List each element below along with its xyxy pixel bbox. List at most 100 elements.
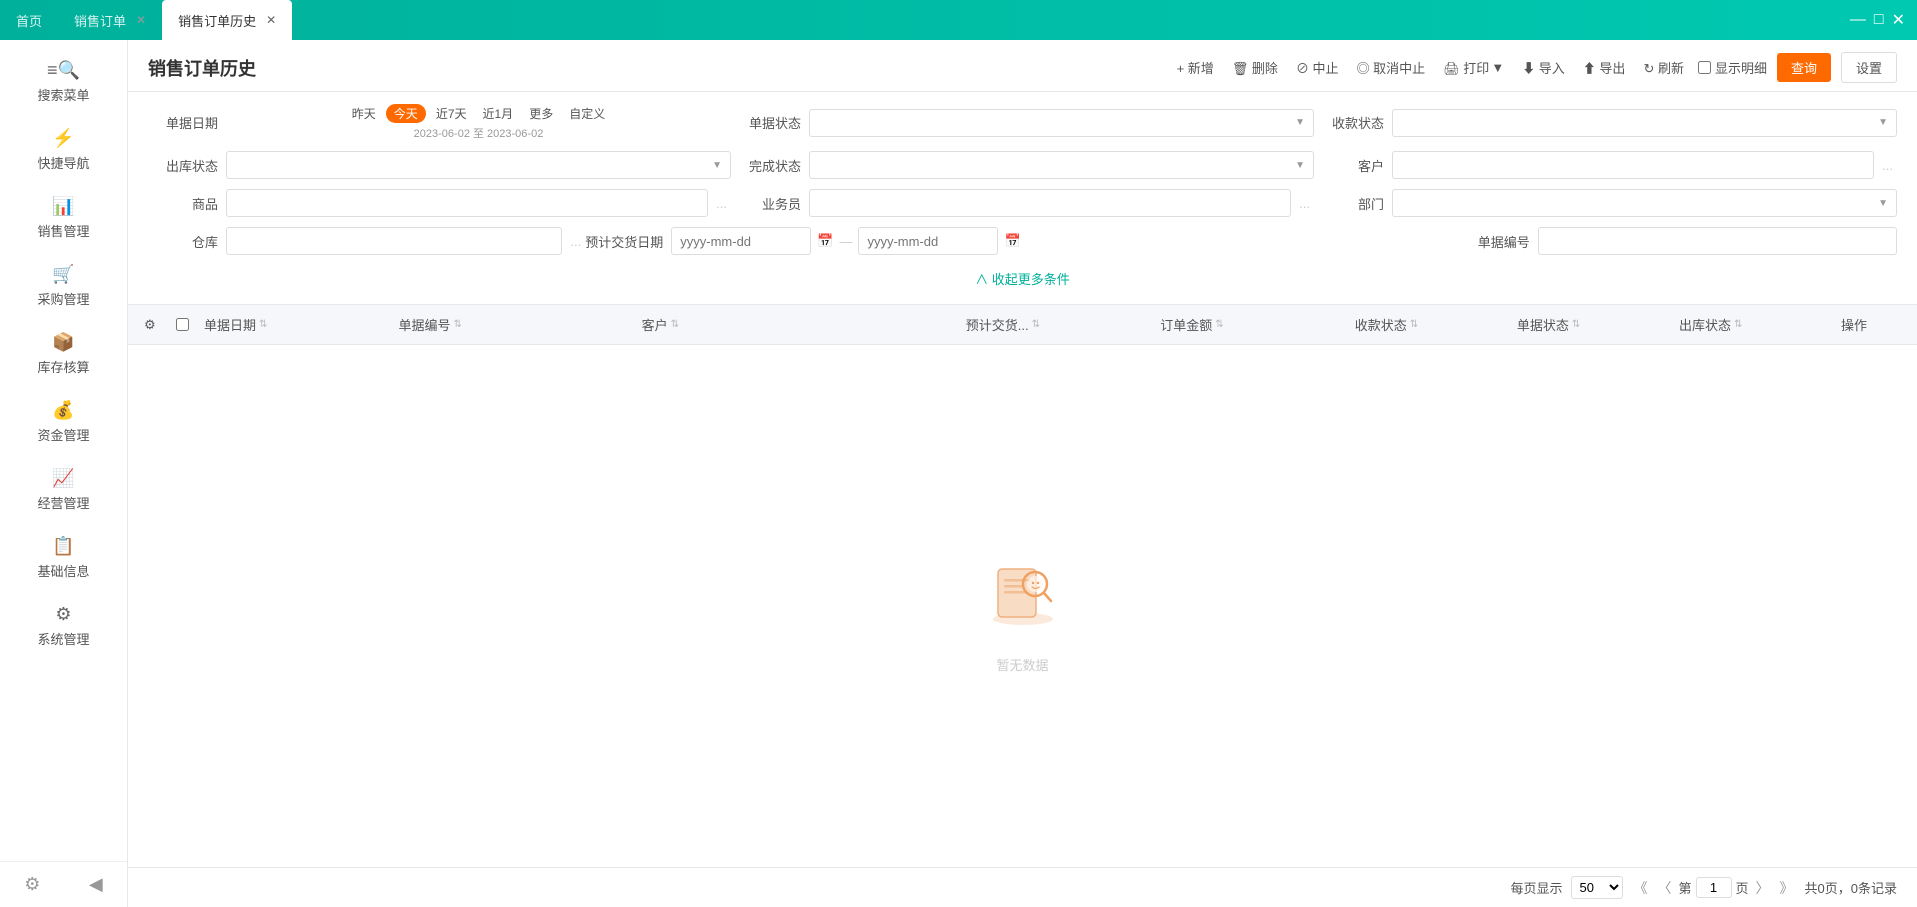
table-col-outbound[interactable]: 出库状态 ⇅ bbox=[1679, 315, 1841, 334]
date-tab-today[interactable]: 今天 bbox=[386, 104, 426, 123]
select-all-checkbox[interactable] bbox=[176, 318, 189, 331]
collapse-filters-row[interactable]: ∧ 收起更多条件 bbox=[148, 265, 1897, 292]
table-col-amount[interactable]: 订单金额 ⇅ bbox=[1160, 315, 1355, 334]
cancel-stop-button[interactable]: ◎ 取消中止 bbox=[1353, 56, 1430, 79]
filter-bill-status: 单据状态 ▼ bbox=[731, 109, 1314, 137]
date-tab-more[interactable]: 更多 bbox=[523, 104, 559, 123]
setting-button[interactable]: 设置 bbox=[1841, 52, 1897, 83]
expected-date-start[interactable] bbox=[671, 227, 811, 255]
finance-icon: 💰 bbox=[52, 400, 74, 421]
table-col-customer[interactable]: 客户 ⇅ bbox=[642, 315, 966, 334]
expected-date-end[interactable] bbox=[858, 227, 998, 255]
sidebar-item-sales[interactable]: 📊 销售管理 bbox=[0, 184, 127, 252]
print-button[interactable]: 🖨 打印 ▼ bbox=[1439, 56, 1508, 79]
sidebar-item-system[interactable]: ⚙ 系统管理 bbox=[0, 592, 127, 660]
sidebar-item-operations[interactable]: 📈 经营管理 bbox=[0, 456, 127, 524]
tab-sales-order-history-close[interactable]: ✕ bbox=[266, 13, 276, 27]
payment-status-select[interactable]: ▼ bbox=[1392, 109, 1897, 137]
tab-sales-order[interactable]: 销售订单 ✕ bbox=[58, 0, 162, 40]
export-button[interactable]: ⬆ 导出 bbox=[1579, 56, 1630, 79]
bill-status-arrow-icon: ▼ bbox=[1295, 117, 1305, 128]
salesperson-more-icon[interactable]: ... bbox=[1295, 196, 1314, 211]
warehouse-input[interactable] bbox=[226, 227, 562, 255]
department-select[interactable]: ▼ bbox=[1392, 189, 1897, 217]
sidebar-item-inventory[interactable]: 📦 库存核算 bbox=[0, 320, 127, 388]
sidebar-item-basic-info[interactable]: 📋 基础信息 bbox=[0, 524, 127, 592]
sidebar-item-finance-label: 资金管理 bbox=[37, 425, 89, 444]
print-label: 🖨 打印 bbox=[1443, 58, 1489, 77]
col-date-label: 单据日期 bbox=[204, 315, 256, 334]
top-bar-actions: — □ ✕ bbox=[1838, 10, 1917, 30]
outbound-status-select[interactable]: ▼ bbox=[226, 151, 731, 179]
import-button[interactable]: ⬇ 导入 bbox=[1518, 56, 1569, 79]
close-window-icon[interactable]: ✕ bbox=[1892, 10, 1905, 30]
col-no-label: 单据编号 bbox=[399, 315, 451, 334]
bill-no-input[interactable] bbox=[1538, 227, 1897, 255]
query-button[interactable]: 查询 bbox=[1777, 53, 1831, 82]
new-button[interactable]: + 新增 bbox=[1173, 56, 1218, 79]
col-outbound-sort-icon: ⇅ bbox=[1734, 319, 1742, 330]
table-col-date[interactable]: 单据日期 ⇅ bbox=[204, 315, 399, 334]
filter-date: 单据日期 昨天 今天 近7天 近1月 更多 自定义 2023-06-02 至 2… bbox=[148, 104, 731, 141]
sidebar-item-quick-nav[interactable]: ⚡ 快捷导航 bbox=[0, 116, 127, 184]
bill-status-control: ▼ bbox=[809, 109, 1314, 137]
col-settings-icon: ⚙ bbox=[144, 317, 156, 333]
table-col-settings[interactable]: ⚙ bbox=[144, 317, 176, 333]
bill-status-select[interactable]: ▼ bbox=[809, 109, 1314, 137]
warehouse-more-icon[interactable]: ... bbox=[566, 234, 585, 249]
bill-no-label: 单据编号 bbox=[1460, 232, 1530, 251]
sidebar-item-purchase[interactable]: 🛒 采购管理 bbox=[0, 252, 127, 320]
outbound-status-label: 出库状态 bbox=[148, 156, 218, 175]
date-filter-control: 昨天 今天 近7天 近1月 更多 自定义 2023-06-02 至 2023-0… bbox=[226, 104, 731, 141]
table-col-no[interactable]: 单据编号 ⇅ bbox=[399, 315, 642, 334]
display-detail-toggle[interactable]: 显示明细 bbox=[1698, 58, 1767, 77]
customer-input[interactable] bbox=[1392, 151, 1874, 179]
display-detail-checkbox[interactable] bbox=[1698, 61, 1711, 74]
date-tab-1month[interactable]: 近1月 bbox=[477, 104, 520, 123]
table-col-status[interactable]: 单据状态 ⇅ bbox=[1517, 315, 1679, 334]
page-size-select[interactable]: 50 10 20 100 bbox=[1571, 876, 1623, 899]
tab-home[interactable]: 首页 bbox=[0, 0, 58, 40]
calendar-start-icon[interactable]: 📅 bbox=[817, 233, 833, 249]
next-page-button[interactable]: 〉 bbox=[1753, 878, 1773, 898]
sidebar-item-search-menu[interactable]: ≡🔍 搜索菜单 bbox=[0, 48, 127, 116]
calendar-end-icon[interactable]: 📅 bbox=[1004, 233, 1020, 249]
goods-more-icon[interactable]: ... bbox=[712, 196, 731, 211]
filter-bill-no: 单据编号 bbox=[1460, 227, 1897, 255]
stop-button[interactable]: ⊘ 中止 bbox=[1292, 56, 1343, 79]
last-page-button[interactable]: 》 bbox=[1777, 878, 1797, 898]
customer-more-icon[interactable]: ... bbox=[1878, 158, 1897, 173]
table-col-delivery[interactable]: 预计交货... ⇅ bbox=[966, 315, 1161, 334]
empty-illustration bbox=[973, 539, 1073, 639]
table-col-checkbox[interactable] bbox=[176, 318, 204, 331]
sidebar-collapse-icon[interactable]: ◀ bbox=[89, 874, 103, 895]
complete-status-select[interactable]: ▼ bbox=[809, 151, 1314, 179]
sidebar-item-finance[interactable]: 💰 资金管理 bbox=[0, 388, 127, 456]
first-page-button[interactable]: 《 bbox=[1631, 878, 1651, 898]
maximize-icon[interactable]: □ bbox=[1874, 11, 1884, 29]
page-nav: 《 〈 第 页 〉 》 bbox=[1631, 877, 1797, 898]
refresh-button[interactable]: ↻ 刷新 bbox=[1639, 56, 1688, 79]
table-col-payment[interactable]: 收款状态 ⇅ bbox=[1355, 315, 1517, 334]
tab-sales-order-close[interactable]: ✕ bbox=[136, 13, 146, 27]
sidebar-settings-icon[interactable]: ⚙ bbox=[24, 874, 40, 895]
tabs-container: 首页 销售订单 ✕ 销售订单历史 ✕ bbox=[0, 0, 1838, 40]
tab-sales-order-history[interactable]: 销售订单历史 ✕ bbox=[162, 0, 292, 40]
filter-salesperson: 业务员 ... bbox=[731, 189, 1314, 217]
goods-input[interactable] bbox=[226, 189, 708, 217]
date-tab-custom[interactable]: 自定义 bbox=[563, 104, 611, 123]
delete-button[interactable]: 🗑 删除 bbox=[1228, 56, 1282, 79]
date-tab-yesterday[interactable]: 昨天 bbox=[346, 104, 382, 123]
current-page-input[interactable] bbox=[1696, 877, 1732, 898]
col-amount-sort-icon: ⇅ bbox=[1215, 319, 1223, 330]
salesperson-input[interactable] bbox=[809, 189, 1291, 217]
minimize-icon[interactable]: — bbox=[1850, 11, 1866, 29]
prev-page-button[interactable]: 〈 bbox=[1655, 878, 1675, 898]
bill-no-control bbox=[1538, 227, 1897, 255]
expected-date-label: 预计交货日期 bbox=[585, 232, 663, 251]
date-tab-7days[interactable]: 近7天 bbox=[430, 104, 473, 123]
filter-customer: 客户 ... bbox=[1314, 151, 1897, 179]
payment-status-arrow-icon: ▼ bbox=[1878, 117, 1888, 128]
table-footer: 每页显示 50 10 20 100 《 〈 第 页 〉 》 共0页，0条记录 bbox=[128, 867, 1917, 907]
filter-payment-status: 收款状态 ▼ bbox=[1314, 109, 1897, 137]
